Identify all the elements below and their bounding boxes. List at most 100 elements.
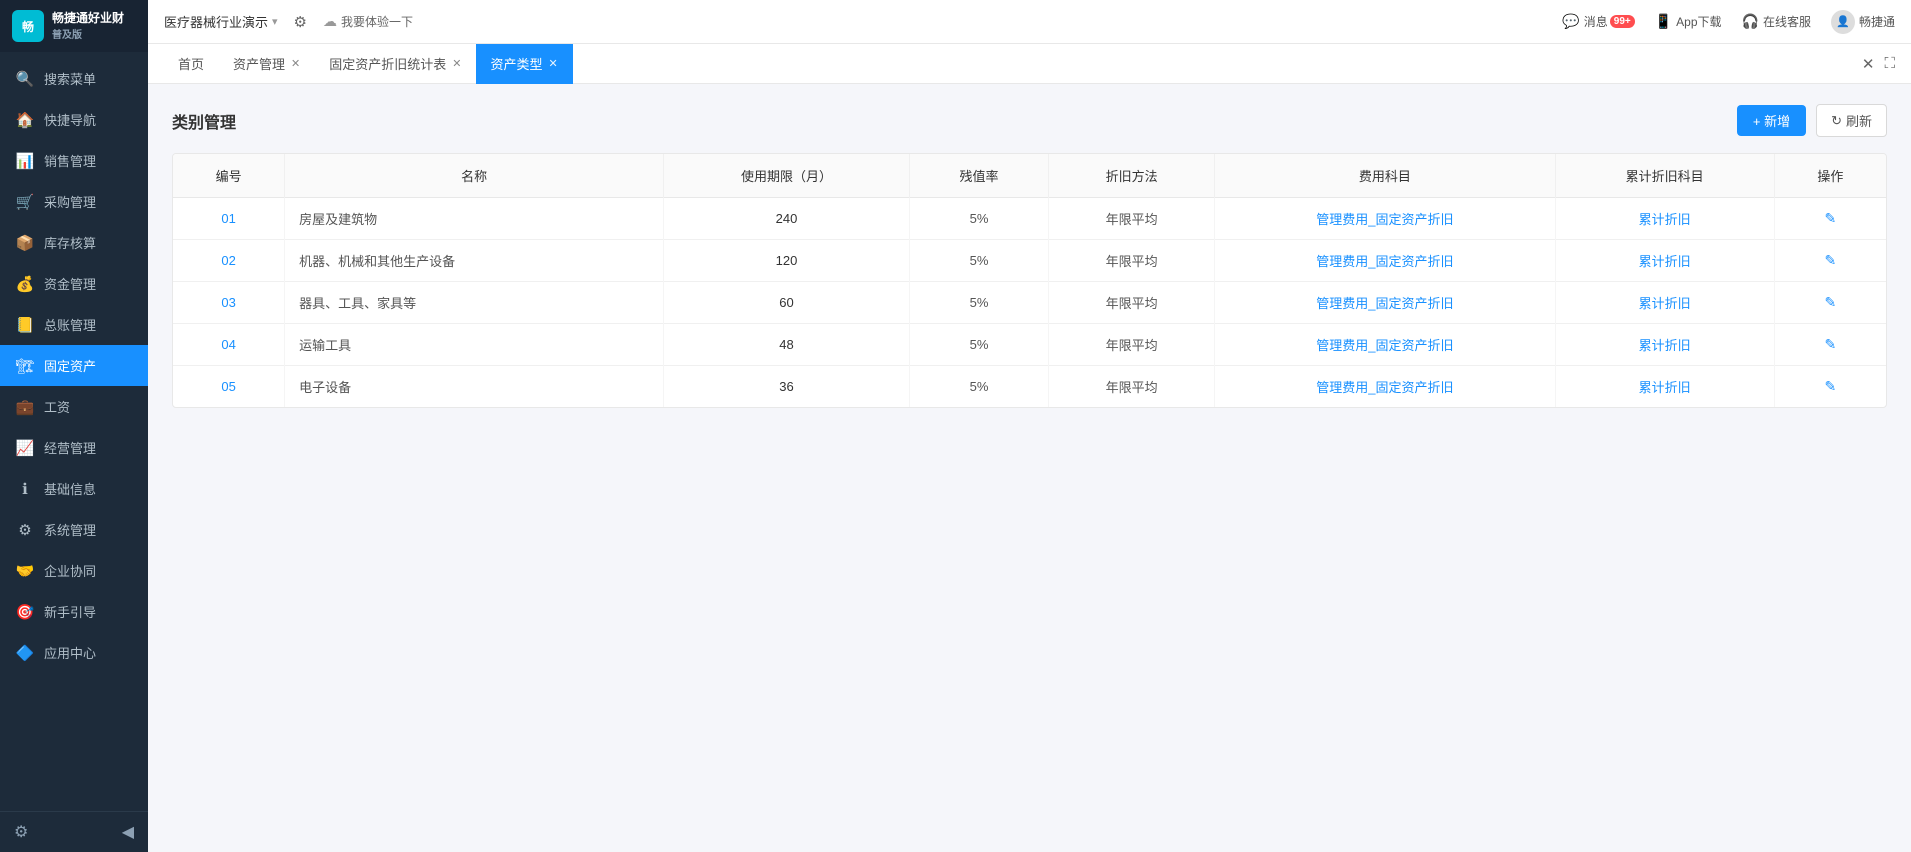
edit-icon[interactable]: ✎ [1825,252,1837,268]
sidebar-label-quick-nav: 快捷导航 [44,110,96,129]
sidebar-label-fixed-assets: 固定资产 [44,356,96,375]
row-code[interactable]: 02 [173,240,285,282]
sidebar-item-guide[interactable]: 🎯 新手引导 [0,591,148,632]
sidebar-label-collab: 企业协同 [44,561,96,580]
sidebar-footer: ⚙ ◀ [0,811,148,852]
row-action[interactable]: ✎ [1774,240,1886,282]
app-download-button[interactable]: 📱 App下载 [1655,13,1722,30]
sidebar-item-purchase[interactable]: 🛒 采购管理 [0,181,148,222]
row-code[interactable]: 01 [173,198,285,240]
row-residual: 5% [909,324,1048,366]
purchase-icon: 🛒 [16,193,34,211]
message-icon: 💬 [1562,13,1579,30]
tab-label-asset-mgmt: 资产管理 [233,54,285,73]
row-code[interactable]: 03 [173,282,285,324]
row-expense[interactable]: 管理费用_固定资产折旧 [1215,282,1555,324]
sidebar-item-system[interactable]: ⚙ 系统管理 [0,509,148,550]
collapse-icon[interactable]: ◀ [122,822,134,842]
row-action[interactable]: ✎ [1774,282,1886,324]
sidebar-item-payroll[interactable]: 💼 工资 [0,386,148,427]
table-row: 03 器具、工具、家具等 60 5% 年限平均 管理费用_固定资产折旧 累计折旧… [173,282,1886,324]
sidebar-label-purchase: 采购管理 [44,192,96,211]
row-period: 120 [664,240,910,282]
service-icon: 🎧 [1742,13,1759,30]
edit-icon[interactable]: ✎ [1825,294,1837,310]
sidebar-item-sales[interactable]: 📊 销售管理 [0,140,148,181]
user-profile-button[interactable]: 👤 畅捷通 [1831,10,1895,34]
tab-close-depreciation-table[interactable]: ✕ [452,57,461,70]
topbar-module[interactable]: 医疗器械行业演示 ▾ [164,12,278,31]
tab-asset-type[interactable]: 资产类型✕ [476,44,572,84]
finance-icon: 💰 [16,275,34,293]
sidebar-item-ops[interactable]: 📈 经营管理 [0,427,148,468]
refresh-button[interactable]: ↻ 刷新 [1816,104,1887,137]
sidebar-label-finance: 资金管理 [44,274,96,293]
row-accum[interactable]: 累计折旧 [1555,198,1774,240]
row-period: 240 [664,198,910,240]
row-expense[interactable]: 管理费用_固定资产折旧 [1215,324,1555,366]
inventory-icon: 📦 [16,234,34,252]
topbar-gear-icon[interactable]: ⚙ [294,13,307,31]
tab-home[interactable]: 首页 [164,44,219,84]
sidebar-item-search[interactable]: 🔍 搜索菜单 [0,58,148,99]
app-download-label: App下载 [1676,13,1721,30]
ops-icon: 📈 [16,439,34,457]
col-header: 名称 [285,154,664,198]
sidebar-label-inventory: 库存核算 [44,233,96,252]
sidebar-item-finance[interactable]: 💰 资金管理 [0,263,148,304]
module-name: 医疗器械行业演示 [164,12,268,31]
edit-icon[interactable]: ✎ [1825,210,1837,226]
row-accum[interactable]: 累计折旧 [1555,366,1774,408]
tab-expand-icon[interactable]: ⛶ [1884,55,1895,72]
ledger-icon: 📒 [16,316,34,334]
row-expense[interactable]: 管理费用_固定资产折旧 [1215,240,1555,282]
row-expense[interactable]: 管理费用_固定资产折旧 [1215,198,1555,240]
refresh-label: 刷新 [1846,111,1872,130]
row-action[interactable]: ✎ [1774,324,1886,366]
settings-icon[interactable]: ⚙ [14,822,28,842]
sidebar-label-sales: 销售管理 [44,151,96,170]
topbar-right: 💬 消息 99+ 📱 App下载 🎧 在线客服 👤 畅捷通 [1562,10,1895,34]
tab-close-asset-mgmt[interactable]: ✕ [291,57,300,70]
edit-icon[interactable]: ✎ [1825,378,1837,394]
tab-close-asset-type[interactable]: ✕ [549,57,558,70]
row-code[interactable]: 05 [173,366,285,408]
table-row: 04 运输工具 48 5% 年限平均 管理费用_固定资产折旧 累计折旧 ✎ [173,324,1886,366]
sidebar-item-app-center[interactable]: 🔷 应用中心 [0,632,148,673]
tab-depreciation-table[interactable]: 固定资产折旧统计表✕ [315,44,476,84]
row-period: 60 [664,282,910,324]
tab-minimize-icon[interactable]: ✕ [1862,55,1875,73]
sales-icon: 📊 [16,152,34,170]
row-action[interactable]: ✎ [1774,198,1886,240]
sidebar-item-ledger[interactable]: 📒 总账管理 [0,304,148,345]
row-accum[interactable]: 累计折旧 [1555,324,1774,366]
row-name: 器具、工具、家具等 [285,282,664,324]
row-accum[interactable]: 累计折旧 [1555,282,1774,324]
messages-label: 消息 [1584,13,1608,30]
sidebar-item-inventory[interactable]: 📦 库存核算 [0,222,148,263]
table-row: 01 房屋及建筑物 240 5% 年限平均 管理费用_固定资产折旧 累计折旧 ✎ [173,198,1886,240]
collab-icon: 🤝 [16,562,34,580]
sidebar-label-ledger: 总账管理 [44,315,96,334]
row-expense[interactable]: 管理费用_固定资产折旧 [1215,366,1555,408]
content-area: 类别管理 + 新增 ↻ 刷新 编号名称使用期限（月）残值率折旧方法费用科目累计折… [148,84,1911,852]
row-action[interactable]: ✎ [1774,366,1886,408]
sidebar-item-basic-info[interactable]: ℹ 基础信息 [0,468,148,509]
edit-icon[interactable]: ✎ [1825,336,1837,352]
sidebar-item-quick-nav[interactable]: 🏠 快捷导航 [0,99,148,140]
online-service-button[interactable]: 🎧 在线客服 [1742,13,1811,30]
guide-icon: 🎯 [16,603,34,621]
tab-asset-mgmt[interactable]: 资产管理 ✕ [219,44,315,84]
sidebar-item-fixed-assets[interactable]: 🏗 固定资产 [0,345,148,386]
new-button[interactable]: + 新增 [1737,105,1806,136]
messages-button[interactable]: 💬 消息 99+ [1562,13,1634,30]
col-header: 使用期限（月） [664,154,910,198]
sidebar-item-collab[interactable]: 🤝 企业协同 [0,550,148,591]
sidebar-label-payroll: 工资 [44,397,70,416]
chevron-down-icon: ▾ [272,15,278,28]
row-code[interactable]: 04 [173,324,285,366]
table-body: 01 房屋及建筑物 240 5% 年限平均 管理费用_固定资产折旧 累计折旧 ✎… [173,198,1886,408]
row-accum[interactable]: 累计折旧 [1555,240,1774,282]
topbar-trial[interactable]: ☁ 我要体验一下 [323,13,413,30]
sidebar-label-app-center: 应用中心 [44,643,96,662]
